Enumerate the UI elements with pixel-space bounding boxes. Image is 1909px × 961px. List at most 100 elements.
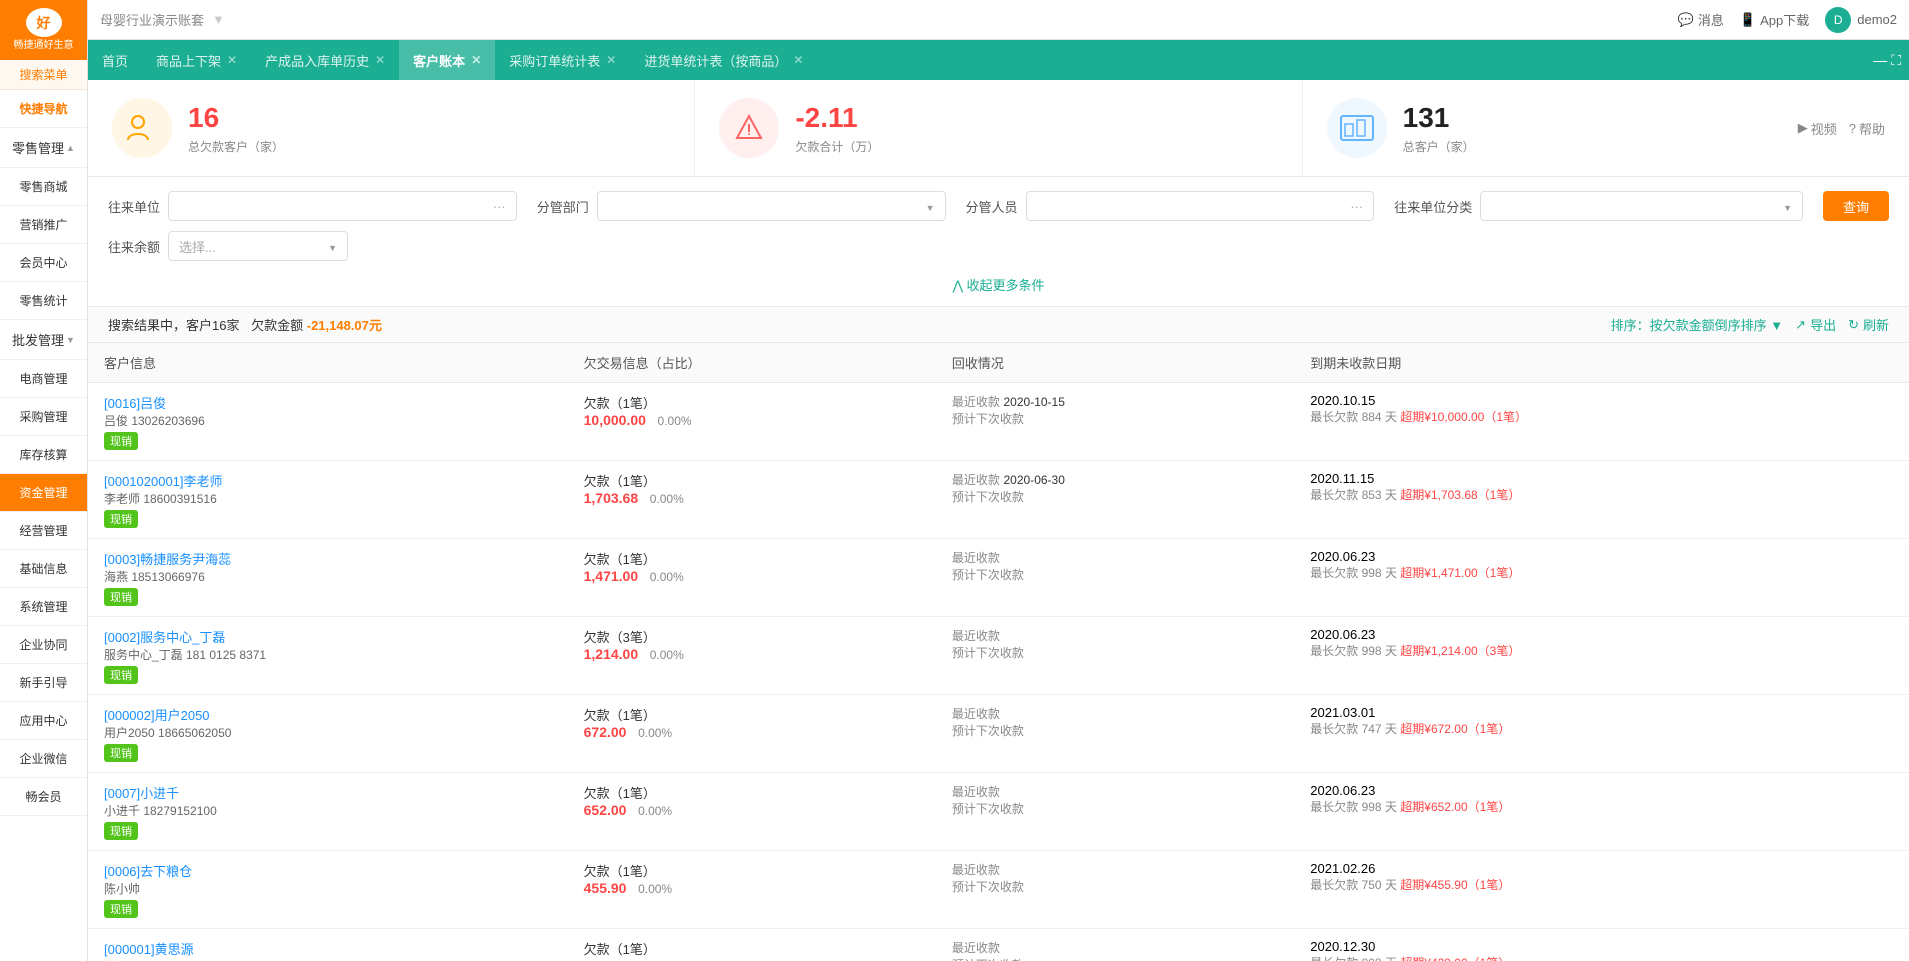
customer-info-cell: [0007]小进千 小进千 18279152100 现销	[88, 773, 568, 851]
overdue-days: 最长欠款 998 天 超期¥1,471.00（1笔）	[1310, 564, 1893, 581]
tab-product-history[interactable]: 产成品入库单历史 ✕	[251, 40, 399, 80]
sidebar-item-basic-info[interactable]: 基础信息	[0, 550, 87, 588]
close-icon[interactable]: ✕	[375, 53, 385, 67]
dept-select[interactable]	[597, 191, 946, 221]
customer-name-link[interactable]: [0001020001]李老师	[104, 474, 223, 489]
overdue-days: 最长欠款 808 天 超期¥429.00（1笔）	[1310, 954, 1893, 961]
sidebar-item-purchase[interactable]: 采购管理	[0, 398, 87, 436]
sidebar-item-warehouse[interactable]: 库存核算	[0, 436, 87, 474]
message-btn[interactable]: 💬 消息	[1678, 10, 1724, 29]
tab-goods-on-off[interactable]: 商品上下架 ✕	[142, 40, 251, 80]
due-date: 2021.03.01	[1310, 705, 1893, 720]
debt-amount[interactable]: 1,703.68	[584, 490, 639, 506]
sidebar-item-retail-mgmt[interactable]: 零售管理▲	[0, 128, 87, 168]
sidebar-item-batch-mgmt[interactable]: 批发管理▼	[0, 320, 87, 360]
due-date-cell: 2020.10.15 最长欠款 884 天 超期¥10,000.00（1笔）	[1294, 383, 1909, 461]
sidebar-item-operations[interactable]: 经营管理	[0, 512, 87, 550]
app-download-btn[interactable]: 📱 App下载	[1740, 10, 1809, 29]
overdue-amount[interactable]: 超期¥652.00（1笔）	[1400, 800, 1510, 814]
table-row: [0016]吕俊 吕俊 13026203696 现销 欠款（1笔） 10,000…	[88, 383, 1909, 461]
sidebar-item-member-center[interactable]: 会员中心	[0, 244, 87, 282]
stat3-label: 总客户（家）	[1403, 138, 1475, 155]
debt-amount[interactable]: 455.90	[584, 880, 627, 896]
sort-select[interactable]: 排序：按欠款金额倒序排序 ▼	[1611, 315, 1784, 334]
source-unit-input[interactable]	[168, 191, 517, 221]
customer-info-cell: [0006]去下粮仓 陈小帅 现销	[88, 851, 568, 929]
source-unit-label: 往来单位	[108, 197, 160, 216]
overdue-amount[interactable]: 超期¥1,214.00（3笔）	[1400, 644, 1520, 658]
recovery-cell: 最近收款 2020-06-30 预计下次收款	[936, 461, 1294, 539]
customer-name-link[interactable]: [0007]小进千	[104, 786, 179, 801]
customer-tag: 现销	[104, 588, 138, 606]
recent-label: 最近收款	[952, 395, 1000, 409]
tab-home[interactable]: 首页	[88, 40, 142, 80]
customer-name-link[interactable]: [0002]服务中心_丁磊	[104, 630, 225, 645]
due-date: 2020.06.23	[1310, 783, 1893, 798]
expand-icon[interactable]: ⛶	[1891, 52, 1901, 69]
tab-purchase-order[interactable]: 采购订单统计表 ✕	[495, 40, 630, 80]
balance-select[interactable]: 选择...	[168, 231, 348, 261]
debt-amount[interactable]: 672.00	[584, 724, 627, 740]
customer-name-link[interactable]: [000001]黄思源	[104, 942, 194, 957]
close-icon[interactable]: ✕	[606, 53, 616, 67]
sidebar-item-marketing[interactable]: 营销推广	[0, 206, 87, 244]
close-icon[interactable]: ✕	[471, 53, 481, 67]
overdue-amount[interactable]: 超期¥10,000.00（1笔）	[1400, 410, 1527, 424]
debt-count: 欠款（1笔）	[584, 939, 920, 958]
search-button[interactable]: 查询	[1823, 191, 1889, 221]
sidebar-item-system[interactable]: 系统管理	[0, 588, 87, 626]
sidebar-item-vip-member[interactable]: 畅会员	[0, 778, 87, 816]
overdue-amount[interactable]: 超期¥1,703.68（1笔）	[1400, 488, 1520, 502]
customer-info-cell: [0016]吕俊 吕俊 13026203696 现销	[88, 383, 568, 461]
debt-amount[interactable]: 652.00	[584, 802, 627, 818]
debt-amount[interactable]: 10,000.00	[584, 412, 646, 428]
customer-info-cell: [0003]畅捷服务尹海蕊 海燕 18513066976 现销	[88, 539, 568, 617]
user-avatar[interactable]: D demo2	[1825, 7, 1897, 33]
customer-name-link[interactable]: [0003]畅捷服务尹海蕊	[104, 552, 231, 567]
minimize-icon[interactable]: —	[1873, 52, 1887, 68]
help-btn[interactable]: ? 帮助	[1849, 119, 1885, 138]
phone-icon: 📱	[1740, 12, 1756, 28]
customer-name-link[interactable]: [0016]吕俊	[104, 396, 166, 411]
unit-category-select[interactable]	[1480, 191, 1803, 221]
debt-percent: 0.00%	[650, 570, 684, 584]
table-row: [0002]服务中心_丁磊 服务中心_丁磊 181 0125 8371 现销 欠…	[88, 617, 1909, 695]
overdue-days: 最长欠款 884 天 超期¥10,000.00（1笔）	[1310, 408, 1893, 425]
overdue-amount[interactable]: 超期¥455.90（1笔）	[1400, 878, 1510, 892]
overdue-amount[interactable]: 超期¥672.00（1笔）	[1400, 722, 1510, 736]
video-btn[interactable]: ▶ 视频	[1798, 119, 1837, 138]
tab-customer-account[interactable]: 客户账本 ✕	[399, 40, 495, 80]
sidebar-item-new-guide[interactable]: 新手引导	[0, 664, 87, 702]
debt-count: 欠款（1笔）	[584, 783, 920, 802]
sidebar-item-quick-nav[interactable]: 快捷导航	[0, 90, 87, 128]
top-bar-left: 母婴行业演示账套 ▼	[100, 10, 225, 29]
recent-label: 最近收款	[952, 473, 1000, 487]
tab-stats-label: 进货单统计表（按商品）	[644, 51, 787, 70]
close-icon[interactable]: ✕	[793, 53, 803, 67]
customer-phone: 服务中心_丁磊 181 0125 8371	[104, 646, 552, 663]
overdue-amount[interactable]: 超期¥1,471.00（1笔）	[1400, 566, 1520, 580]
sidebar-item-app-center[interactable]: 应用中心	[0, 702, 87, 740]
search-menu-btn[interactable]: 搜索菜单	[0, 60, 87, 90]
chevron-down-icon	[328, 239, 337, 254]
customer-name-link[interactable]: [000002]用户2050	[104, 708, 210, 723]
sidebar-item-retail-store[interactable]: 零售商城	[0, 168, 87, 206]
table-row: [000002]用户2050 用户2050 18665062050 现销 欠款（…	[88, 695, 1909, 773]
export-btn[interactable]: ↗ 导出	[1795, 315, 1836, 334]
sidebar-item-retail-stats[interactable]: 零售统计	[0, 282, 87, 320]
collapse-filters-btn[interactable]: ⋀ 收起更多条件	[108, 271, 1889, 298]
due-date-cell: 2020.11.15 最长欠款 853 天 超期¥1,703.68（1笔）	[1294, 461, 1909, 539]
sidebar-item-ecommerce[interactable]: 电商管理	[0, 360, 87, 398]
debt-amount[interactable]: 1,471.00	[584, 568, 639, 584]
refresh-btn[interactable]: ↻ 刷新	[1848, 315, 1889, 334]
sidebar-item-enterprise-collab[interactable]: 企业协同	[0, 626, 87, 664]
close-icon[interactable]: ✕	[227, 53, 237, 67]
filter-row-1: 往来单位 分管部门 分管人员	[108, 191, 1889, 221]
sidebar-item-finance[interactable]: 资金管理	[0, 474, 87, 512]
overdue-amount[interactable]: 超期¥429.00（1笔）	[1400, 956, 1510, 961]
debt-amount[interactable]: 1,214.00	[584, 646, 639, 662]
person-input[interactable]	[1026, 191, 1375, 221]
sidebar-item-enterprise-wechat[interactable]: 企业微信	[0, 740, 87, 778]
customer-name-link[interactable]: [0006]去下粮仓	[104, 864, 192, 879]
tab-purchase-stats[interactable]: 进货单统计表（按商品） ✕	[630, 40, 817, 80]
